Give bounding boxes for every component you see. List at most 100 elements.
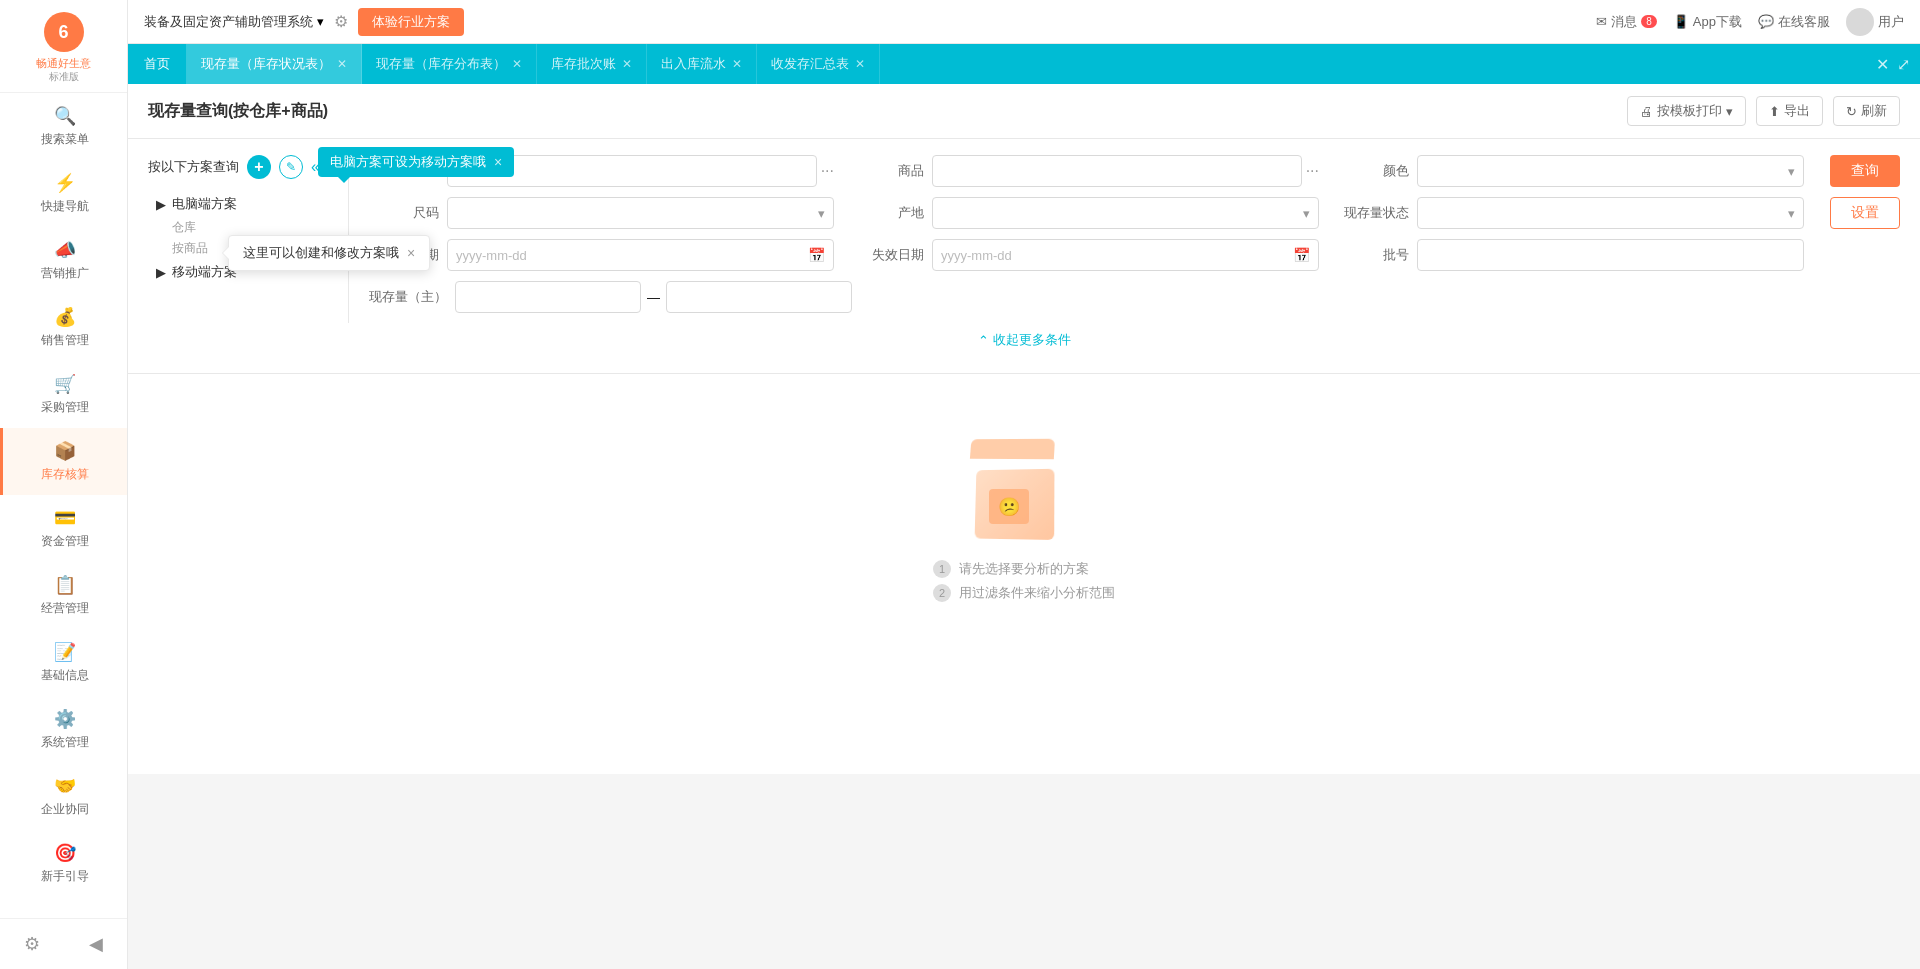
sidebar-collapse-icon[interactable]: ◀ (85, 929, 107, 959)
edit-scheme-btn[interactable]: ✎ (279, 155, 303, 179)
stock-qty-from[interactable] (455, 281, 641, 313)
add-scheme-btn[interactable]: + (247, 155, 271, 179)
quick-nav-label: 快捷导航 (41, 198, 89, 215)
color-select[interactable]: ▾ (1417, 155, 1804, 187)
enterprise-label: 企业协同 (41, 801, 89, 818)
print-template-btn[interactable]: 🖨 按模板打印 ▾ (1627, 96, 1746, 126)
tab-close-tab2[interactable]: ✕ (512, 57, 522, 71)
tab-home[interactable]: 首页 (128, 44, 187, 84)
filter-expiry-date-field: 失效日期 yyyy-mm-dd 📅 (854, 239, 1319, 271)
sidebar-item-system[interactable]: ⚙️系统管理 (0, 696, 127, 763)
sidebar-item-operations[interactable]: 📋经营管理 (0, 562, 127, 629)
phone-icon: 📱 (1673, 14, 1689, 29)
sidebar-item-finance[interactable]: 💳资金管理 (0, 495, 127, 562)
origin-select[interactable]: ▾ (932, 197, 1319, 229)
hint-text-1: 请先选择要分析的方案 (959, 560, 1089, 578)
goods-more-btn[interactable]: ··· (1306, 162, 1319, 180)
collapse-btn[interactable]: ⌃ 收起更多条件 (148, 323, 1900, 357)
page-title: 现存量查询(按仓库+商品) (148, 101, 328, 122)
batch-input[interactable] (1417, 239, 1804, 271)
filter-area: 按以下方案查询 + ✎ « 电脑方案可设为移动方案哦 × ▶ 电脑端方案 (128, 139, 1920, 374)
sidebar-item-marketing[interactable]: 📣营销推广 (0, 227, 127, 294)
filter-color-field: 颜色 ▾ (1339, 155, 1804, 187)
reset-btn[interactable]: 设置 (1830, 197, 1900, 229)
export-btn[interactable]: ⬆ 导出 (1756, 96, 1823, 126)
trial-industry-btn[interactable]: 体验行业方案 (358, 8, 464, 36)
prod-date-placeholder: yyyy-mm-dd (456, 248, 527, 263)
finance-icon: 💳 (54, 507, 76, 529)
system-selector[interactable]: 装备及固定资产辅助管理系统 ▾ (144, 13, 324, 31)
basic-info-icon: 📝 (54, 641, 76, 663)
tab-close-tab3[interactable]: ✕ (622, 57, 632, 71)
tab-tab1[interactable]: 现存量（库存状况表） ✕ (187, 44, 362, 84)
maximize-btn[interactable]: ⤢ (1897, 55, 1910, 74)
expiry-date-label: 失效日期 (854, 246, 924, 264)
stock-qty-separator: — (647, 290, 660, 305)
hint-num-1: 1 (933, 560, 951, 578)
stock-status-select[interactable]: ▾ (1417, 197, 1804, 229)
sidebar-item-sales[interactable]: 💰销售管理 (0, 294, 127, 361)
filter-label: 按以下方案查询 (148, 158, 239, 176)
hint-num-2: 2 (933, 584, 951, 602)
close-all-tabs-btn[interactable]: ✕ (1876, 55, 1889, 74)
filter-origin-field: 产地 ▾ (854, 197, 1319, 229)
tabbar: 首页 现存量（库存状况表）✕现存量（库存分布表）✕库存批次账✕出入库流水✕收发存… (128, 44, 1920, 84)
stock-qty-to[interactable] (666, 281, 852, 313)
tab-tab2[interactable]: 现存量（库存分布表）✕ (362, 44, 537, 84)
app-download-btn[interactable]: 📱 App下载 (1673, 13, 1742, 31)
filter-fields-row4: 现存量（主） — (369, 281, 1804, 313)
scheme-pc-label: 电脑端方案 (172, 195, 237, 213)
collapse-arrow-icon: ⌃ (978, 333, 989, 348)
messages-btn[interactable]: ✉ 消息 8 (1596, 13, 1657, 31)
purchase-icon: 🛒 (54, 373, 76, 395)
prod-date-input[interactable]: yyyy-mm-dd 📅 (447, 239, 834, 271)
online-service-btn[interactable]: 💬 在线客服 (1758, 13, 1830, 31)
guide-icon: 🎯 (54, 842, 76, 864)
refresh-btn[interactable]: ↻ 刷新 (1833, 96, 1900, 126)
sidebar-bottom: ⚙ ◀ (0, 918, 127, 969)
empty-hint-1: 1 请先选择要分析的方案 (933, 560, 1115, 578)
size-select[interactable]: ▾ (447, 197, 834, 229)
content-body: 😕 1 请先选择要分析的方案 2 用过滤条件来缩小分析范围 (128, 374, 1920, 774)
goods-select[interactable] (932, 155, 1302, 187)
sidebar-item-search[interactable]: 🔍搜索菜单 (0, 93, 127, 160)
tab-label-tab5: 收发存汇总表 (771, 55, 849, 73)
print-dropdown-icon: ▾ (1726, 104, 1733, 119)
sidebar-item-quick-nav[interactable]: ⚡快捷导航 (0, 160, 127, 227)
filter-fields-row1: 仓库 ··· 商品 ··· (369, 155, 1804, 187)
tab-tab3[interactable]: 库存批次账✕ (537, 44, 647, 84)
empty-texts: 1 请先选择要分析的方案 2 用过滤条件来缩小分析范围 (933, 560, 1115, 608)
sidebar-item-purchase[interactable]: 🛒采购管理 (0, 361, 127, 428)
user-menu[interactable]: 用户 (1846, 8, 1904, 36)
expiry-date-calendar-icon[interactable]: 📅 (1293, 247, 1310, 263)
tab-tab4[interactable]: 出入库流水✕ (647, 44, 757, 84)
basic-info-label: 基础信息 (41, 667, 89, 684)
sidebar-item-guide[interactable]: 🎯新手引导 (0, 830, 127, 897)
tooltip-create-scheme: 这里可以创建和修改方案哦 × (228, 235, 430, 271)
sidebar-item-enterprise[interactable]: 🤝 企业协同 (0, 763, 127, 830)
tooltip1-close-btn[interactable]: × (494, 154, 502, 170)
tooltip2-close-btn[interactable]: × (407, 245, 415, 261)
filter-top-row: 按以下方案查询 + ✎ « (148, 155, 328, 179)
search-btn[interactable]: 查询 (1830, 155, 1900, 187)
sidebar-item-basic-info[interactable]: 📝 基础信息 (0, 629, 127, 696)
enterprise-icon: 🤝 (54, 775, 76, 797)
scheme-pc-arrow: ▶ (156, 197, 166, 212)
warehouse-more-btn[interactable]: ··· (821, 162, 834, 180)
box-lid (970, 439, 1055, 459)
tooltip1-text: 电脑方案可设为移动方案哦 (330, 153, 486, 171)
tab-close-tab5[interactable]: ✕ (855, 57, 865, 71)
prod-date-calendar-icon[interactable]: 📅 (808, 247, 825, 263)
main-content: 现存量查询(按仓库+商品) 🖨 按模板打印 ▾ ⬆ 导出 ↻ 刷新 (128, 84, 1920, 969)
tab-tab5[interactable]: 收发存汇总表 ✕ (757, 44, 880, 84)
expiry-date-input[interactable]: yyyy-mm-dd 📅 (932, 239, 1319, 271)
sidebar-item-inventory[interactable]: 📦库存核算 (0, 428, 127, 495)
scheme-item-pc[interactable]: ▶ 电脑端方案 (148, 191, 328, 217)
tab-close-tab4[interactable]: ✕ (732, 57, 742, 71)
online-service-label: 在线客服 (1778, 13, 1830, 31)
header-settings-icon[interactable]: ⚙ (334, 12, 348, 31)
tab-label-tab1: 现存量（库存状况表） (201, 55, 331, 73)
tab-close-tab1[interactable]: ✕ (337, 57, 347, 71)
hint-text-2: 用过滤条件来缩小分析范围 (959, 584, 1115, 602)
sidebar-settings-icon[interactable]: ⚙ (20, 929, 44, 959)
